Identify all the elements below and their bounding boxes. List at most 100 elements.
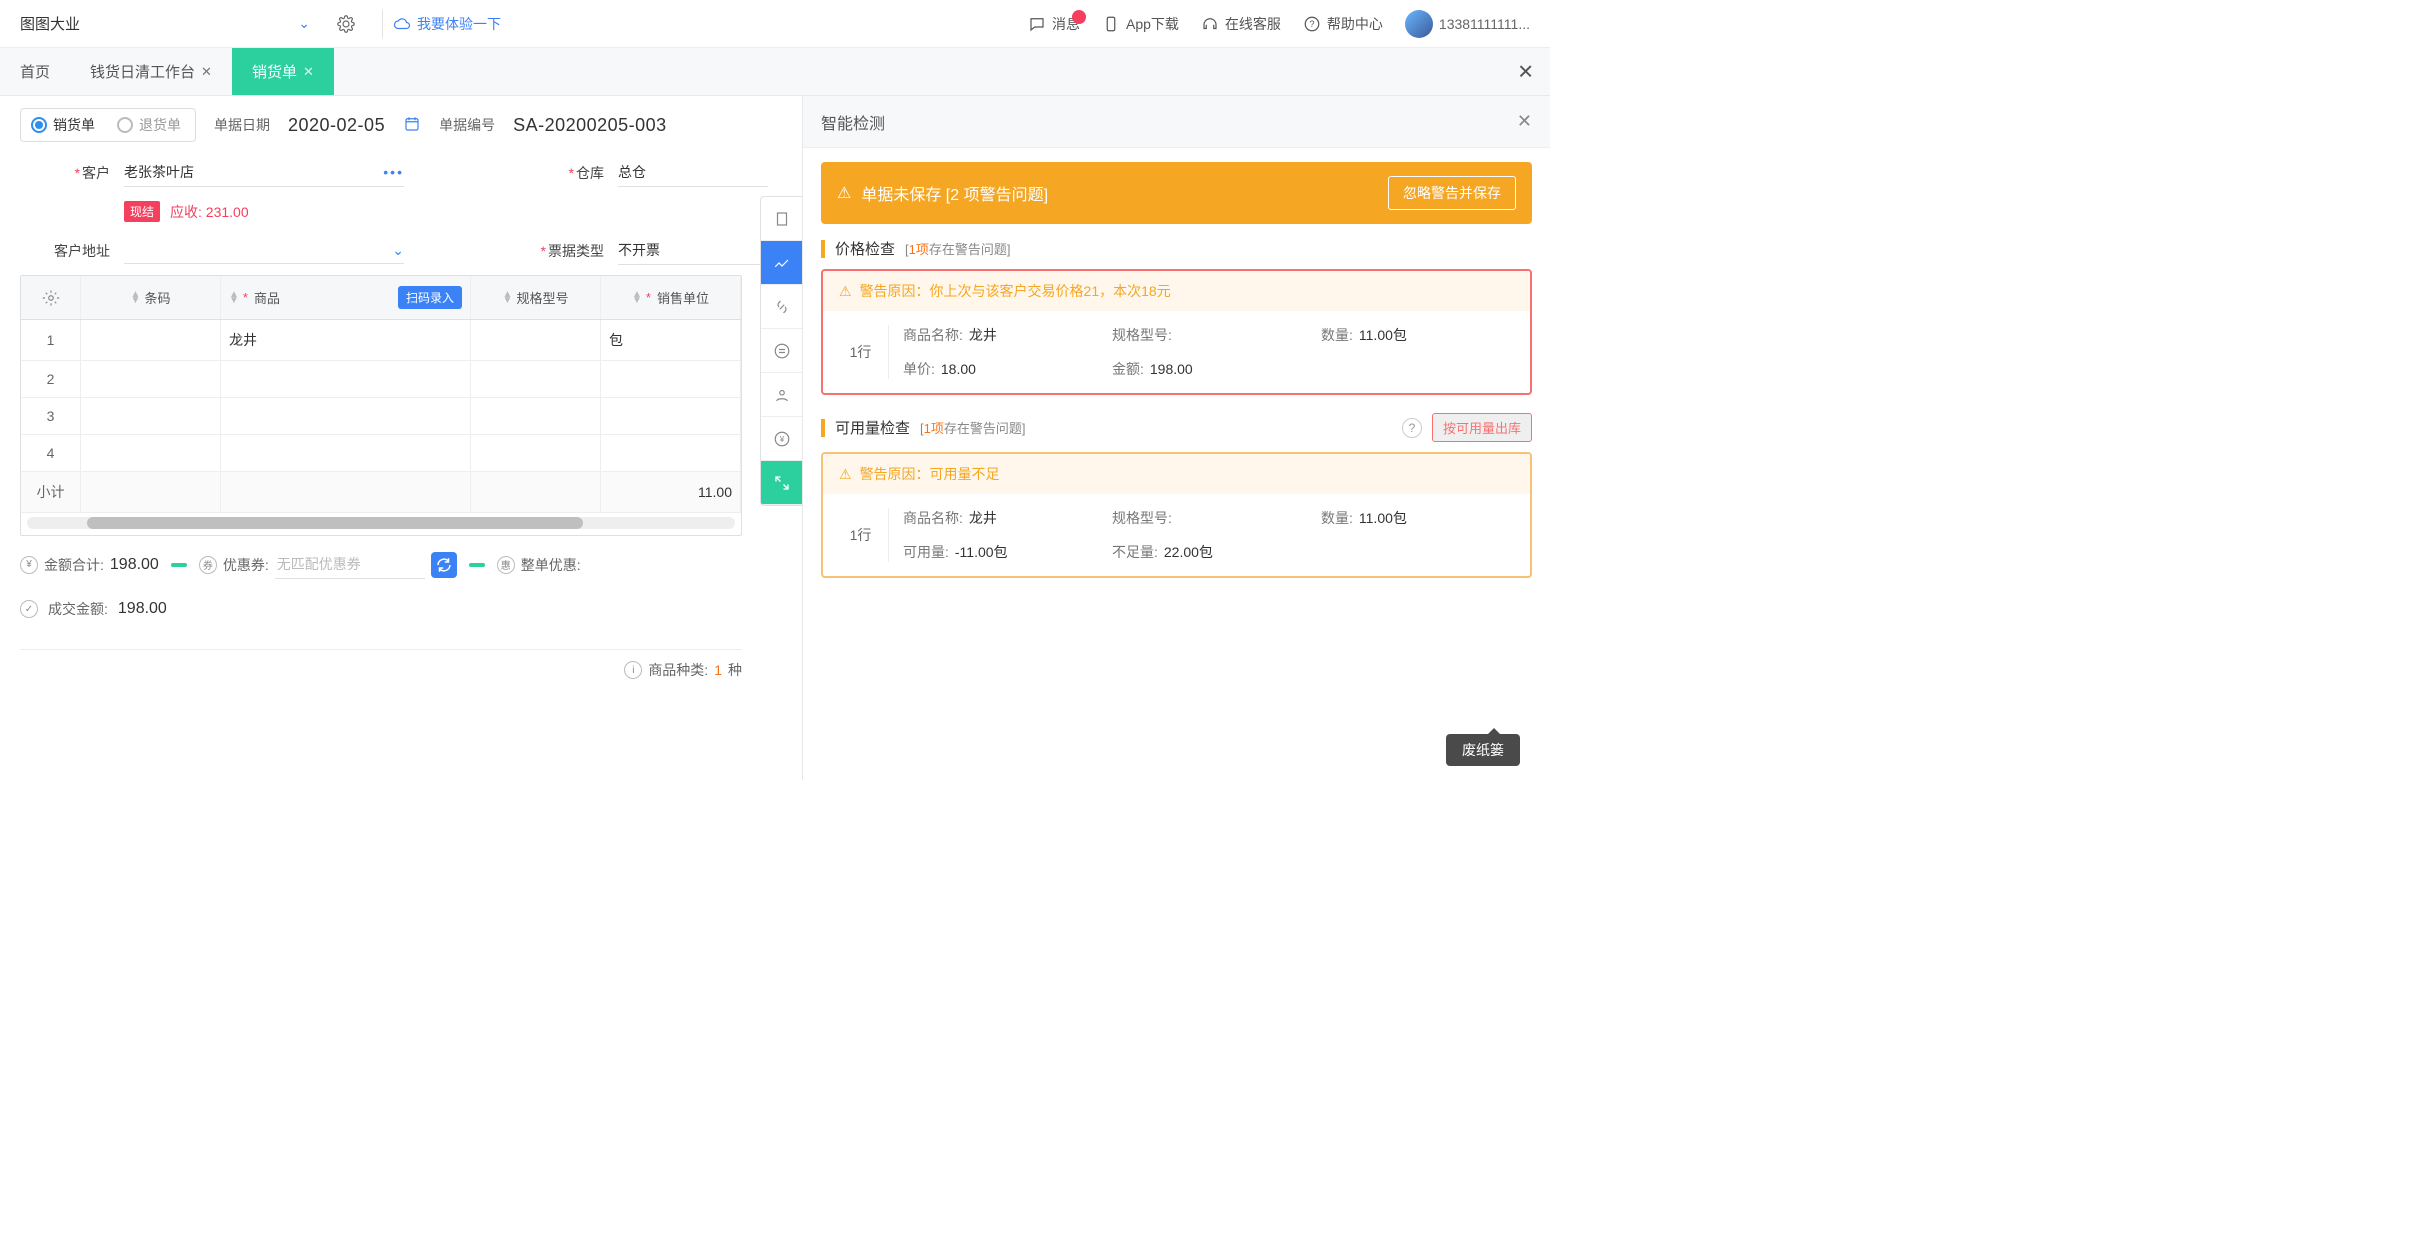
coupon-field: 券 优惠券: 无匹配优惠券	[199, 550, 457, 579]
online-service-button[interactable]: 在线客服	[1201, 14, 1281, 34]
customer-tags: 现结 应收: 231.00	[124, 201, 802, 222]
exchange-icon	[773, 342, 791, 360]
tabs-bar: 首页 钱货日清工作台✕ 销货单✕ ✕	[0, 48, 1550, 96]
docno-value: SA-20200205-003	[513, 115, 667, 136]
rail-exchange-button[interactable]	[761, 329, 802, 373]
refresh-icon	[435, 556, 453, 574]
app-download-button[interactable]: App下载	[1102, 14, 1179, 34]
radio-sales[interactable]: 销货单	[31, 115, 95, 135]
tab-workbench[interactable]: 钱货日清工作台✕	[70, 48, 232, 95]
horizontal-scrollbar[interactable]	[27, 517, 735, 529]
coupon-icon: 券	[199, 556, 217, 574]
settle-tag: 现结	[124, 201, 160, 222]
th-unit[interactable]: ▲▼*销售单位	[601, 276, 741, 319]
th-barcode[interactable]: ▲▼条码	[81, 276, 221, 319]
table-row[interactable]: 1 龙井 包	[21, 320, 741, 361]
subtotal-value: 11.00	[601, 472, 741, 512]
table-row[interactable]: 4	[21, 435, 741, 472]
docno-label: 单据编号	[439, 115, 495, 135]
th-spec[interactable]: ▲▼规格型号	[471, 276, 601, 319]
tab-home[interactable]: 首页	[0, 48, 70, 95]
notification-badge	[1072, 10, 1086, 24]
ellipsis-icon[interactable]: •••	[383, 164, 404, 180]
amount-total: ¥ 金额合计: 198.00	[20, 555, 159, 575]
price-warning-card: ⚠ 警告原因：你上次与该客户交易价格21，本次18元 1行 商品名称:龙井 规格…	[821, 269, 1532, 395]
rail-link-button[interactable]	[761, 285, 802, 329]
help-center-button[interactable]: ? 帮助中心	[1303, 14, 1383, 34]
rail-chart-button[interactable]	[761, 241, 802, 285]
row-indicator: 1行	[833, 508, 889, 562]
warehouse-label: *仓库	[514, 163, 604, 183]
stock-warning-card: ⚠ 警告原因：可用量不足 1行 商品名称:龙井 规格型号: 数量:11.00包 …	[821, 452, 1532, 578]
svg-text:?: ?	[1309, 19, 1314, 29]
footer-stats: i 商品种类: 1 种	[20, 649, 742, 680]
customer-input[interactable]: 老张茶叶店 •••	[124, 158, 404, 187]
scan-button[interactable]: 扫码录入	[398, 286, 462, 309]
gear-icon	[42, 289, 60, 307]
receivable-text: 应收: 231.00	[170, 202, 249, 222]
date-value[interactable]: 2020-02-05	[288, 115, 385, 136]
company-name: 图图大业	[20, 13, 80, 34]
order-type-radio-group: 销货单 退货单	[20, 108, 196, 142]
tab-sales-order[interactable]: 销货单✕	[232, 48, 334, 95]
table-row[interactable]: 3	[21, 398, 741, 435]
chevron-down-icon: ⌄	[298, 15, 310, 32]
close-icon[interactable]: ✕	[1517, 111, 1532, 132]
info-icon: i	[624, 661, 642, 679]
date-label: 单据日期	[214, 115, 270, 135]
link-icon	[773, 298, 791, 316]
invoice-type-label: *票据类型	[514, 241, 604, 261]
dash-icon	[171, 563, 187, 567]
rail-user-button[interactable]	[761, 373, 802, 417]
subtotal-row: 小计 11.00	[21, 472, 741, 513]
line-items-table: ▲▼条码 ▲▼*商品扫码录入 ▲▼规格型号 ▲▼*销售单位 1 龙井 包 2 3…	[20, 275, 742, 536]
company-selector[interactable]: 图图大业 ⌄	[20, 13, 320, 34]
rail-doc-button[interactable]	[761, 197, 802, 241]
divider	[382, 10, 383, 38]
address-label: 客户地址	[20, 241, 110, 261]
warehouse-input[interactable]: 总仓	[618, 158, 768, 187]
calendar-icon[interactable]	[403, 115, 421, 136]
help-icon[interactable]: ?	[1402, 418, 1422, 438]
settings-button[interactable]	[330, 8, 362, 40]
dash-icon	[469, 563, 485, 567]
radio-return[interactable]: 退货单	[117, 115, 181, 135]
warning-icon: ⚠	[839, 283, 852, 300]
discount-icon: 惠	[497, 556, 515, 574]
th-product[interactable]: ▲▼*商品扫码录入	[221, 276, 471, 319]
avatar	[1405, 10, 1433, 38]
rail-yen-button[interactable]: ¥	[761, 417, 802, 461]
cell-product[interactable]: 龙井	[221, 320, 471, 360]
refresh-button[interactable]	[431, 552, 457, 578]
table-row[interactable]: 2	[21, 361, 741, 398]
invoice-type-input[interactable]: 不开票	[618, 236, 768, 265]
rail-expand-button[interactable]	[761, 461, 802, 505]
experience-link[interactable]: 我要体验一下	[393, 14, 501, 34]
user-menu[interactable]: 13381111111...	[1405, 10, 1530, 38]
ignore-save-button[interactable]: 忽略警告并保存	[1388, 176, 1516, 210]
address-input[interactable]: ⌄	[124, 238, 404, 264]
yen-icon: ¥	[773, 430, 791, 448]
close-icon[interactable]: ✕	[303, 64, 314, 80]
gear-icon	[337, 15, 355, 33]
table-settings-button[interactable]	[21, 276, 81, 319]
top-bar: 图图大业 ⌄ 我要体验一下 消息 App下载 在线客服	[0, 0, 1550, 48]
document-icon	[773, 210, 791, 228]
messages-button[interactable]: 消息	[1028, 14, 1080, 34]
expand-icon	[773, 474, 791, 492]
svg-text:¥: ¥	[778, 435, 784, 444]
customer-label: *客户	[20, 163, 110, 183]
radio-icon	[31, 117, 47, 133]
cell-unit[interactable]: 包	[601, 320, 741, 360]
yen-icon: ¥	[20, 556, 38, 574]
order-discount: 惠 整单优惠:	[497, 555, 581, 575]
warning-banner: ⚠ 单据未保存 [2 项警告问题] 忽略警告并保存	[821, 162, 1532, 224]
close-icon[interactable]: ✕	[201, 64, 212, 80]
cloud-icon	[393, 15, 411, 33]
close-all-icon[interactable]: ✕	[1517, 59, 1534, 84]
use-available-button[interactable]: 按可用量出库	[1432, 413, 1532, 442]
headset-icon	[1201, 15, 1219, 33]
wastebasket-tooltip[interactable]: 废纸篓	[1446, 734, 1520, 766]
price-check-title: 价格检查 [1项存在警告问题]	[821, 238, 1011, 259]
coupon-input[interactable]: 无匹配优惠券	[275, 550, 425, 579]
